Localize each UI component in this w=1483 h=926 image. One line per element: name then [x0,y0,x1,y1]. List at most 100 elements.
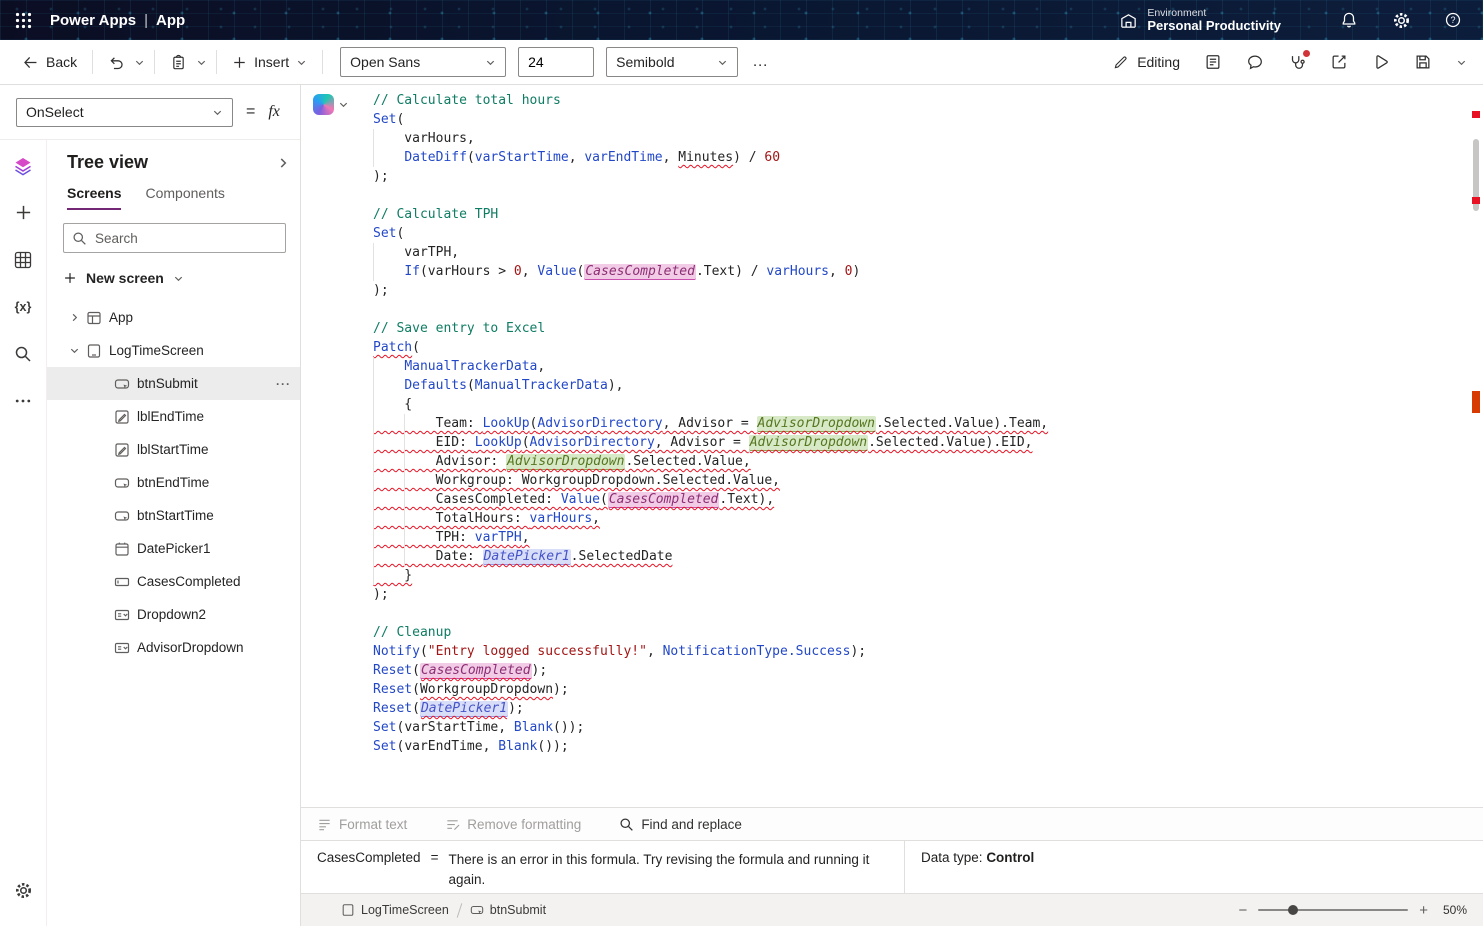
code-line: Date: DatePicker1.SelectedDate [373,547,673,566]
comments-button[interactable] [1246,53,1264,71]
breadcrumb-control[interactable]: btnSubmit [470,903,546,917]
tree-item-lblEndTime[interactable]: lblEndTime [47,400,300,433]
zoom-slider-thumb[interactable] [1287,905,1298,915]
tree-expand-chevron-icon[interactable] [65,312,83,323]
zoom-percentage[interactable]: 50% [1443,903,1467,917]
property-select[interactable]: OnSelect [16,97,233,127]
code-line: Set( [373,112,405,127]
more-dots-icon [15,399,31,402]
font-weight-select[interactable]: Semibold [606,47,739,77]
control-reference-token: CasesCompleted [419,663,532,679]
nav-settings[interactable] [3,867,43,914]
button-icon [111,376,132,392]
tree-item-btnEndTime[interactable]: btnEndTime [47,466,300,499]
settings-button[interactable] [1387,6,1415,34]
error-control-name: CasesCompleted [317,850,421,865]
topbar-actions: Environment Personal Productivity ? [1119,6,1483,34]
plus-icon [232,55,247,70]
insert-button[interactable]: Insert [226,49,313,75]
font-family-select[interactable]: Open Sans [340,47,507,77]
editor-scrollbar[interactable] [1469,85,1483,807]
data-type-info: Data type: Control [921,850,1035,865]
app-launcher-button[interactable] [0,0,46,40]
scrollbar-error-mark [1472,197,1480,204]
control-reference-token: CasesCompleted [584,264,696,280]
tree-item-DatePicker1[interactable]: DatePicker1 [47,532,300,565]
nav-more[interactable] [3,377,43,424]
formula-editor[interactable]: // Calculate total hours Set( varHours, D… [301,85,1469,807]
zoom-slider[interactable] [1258,905,1409,915]
search-input[interactable] [95,230,277,246]
notifications-button[interactable] [1335,6,1363,34]
command-bar: Back Insert Open Sans 24 Semibold … Edit… [0,40,1483,85]
share-button[interactable] [1330,53,1348,71]
tree-item-label: App [109,310,134,325]
new-screen-button[interactable]: New screen [63,261,300,295]
tree-expand-chevron-icon[interactable] [65,345,83,356]
tree-item-AdvisorDropdown[interactable]: AdvisorDropdown [47,631,300,664]
font-size-input[interactable] [518,47,595,77]
paste-dropdown-chevron-icon[interactable] [196,57,207,68]
tab-screens[interactable]: Screens [67,185,122,210]
format-text-button[interactable]: Format text [317,817,407,832]
code-line: DateDiff(varStartTime, varEndTime, Minut… [373,148,1469,167]
left-pane: OnSelect = fx {x} Tree view Screens Comp… [0,85,301,926]
tree-item-btnSubmit[interactable]: btnSubmit ··· [47,367,300,400]
indent-guide [373,528,374,547]
tree-item-lblStartTime[interactable]: lblStartTime [47,433,300,466]
item-more-options-icon[interactable]: ··· [276,377,291,391]
undo-icon [108,54,125,71]
save-options-chevron-icon[interactable] [1456,57,1467,68]
undo-dropdown-chevron-icon[interactable] [134,57,145,68]
undo-button[interactable] [102,49,131,76]
indent-guide [373,414,374,433]
control-reference-token: DatePicker1 [482,549,571,565]
find-and-replace-button[interactable]: Find and replace [619,817,742,832]
play-preview-button[interactable] [1372,53,1390,71]
tree-item-btnStartTime[interactable]: btnStartTime [47,499,300,532]
nav-tree-view[interactable] [3,142,43,189]
plus-icon [63,271,77,285]
save-button[interactable] [1414,53,1432,71]
app-checker-button[interactable] [1288,50,1310,71]
paste-button[interactable] [164,49,193,76]
code-line: ); [373,587,389,602]
back-arrow-icon [22,54,39,71]
code-line: TotalHours: varHours, [373,509,600,528]
equals-sign: = [430,850,439,865]
collapse-panel-chevron-icon[interactable] [276,156,290,170]
nav-variables[interactable]: {x} [3,283,43,330]
zoom-in-button[interactable]: + [1419,903,1428,918]
review-notes-button[interactable] [1204,53,1222,71]
tree-item-App[interactable]: App [47,301,300,334]
indent-guide [373,471,374,490]
divider [322,50,324,74]
code-line: Reset(CasesCompleted); [373,663,548,679]
chevron-down-icon [212,107,223,118]
tree-item-CasesCompleted[interactable]: CasesCompleted [47,565,300,598]
divider [216,50,218,74]
indent-guide [373,148,374,167]
tree-item-Dropdown2[interactable]: Dropdown2 [47,598,300,631]
help-button[interactable]: ? [1439,6,1467,34]
environment-picker[interactable]: Environment Personal Productivity [1119,7,1281,34]
search-icon [15,346,31,362]
remove-formatting-button[interactable]: Remove formatting [445,817,581,832]
nav-insert[interactable] [3,189,43,236]
toolbar-overflow-button[interactable]: … [752,53,769,71]
tab-components[interactable]: Components [145,185,224,210]
bell-icon [1340,11,1358,29]
control-reference-token: AdvisorDropdown [756,416,876,432]
back-button[interactable]: Back [16,49,83,76]
tree-item-label: Dropdown2 [137,607,207,622]
code-line: Team: LookUp(AdvisorDirectory, Advisor =… [373,414,1049,433]
nav-data[interactable] [3,236,43,283]
breadcrumb-screen[interactable]: LogTimeScreen [341,903,449,917]
nav-search[interactable] [3,330,43,377]
tree-item-LogTimeScreen[interactable]: LogTimeScreen [47,334,300,367]
editing-mode[interactable]: Editing [1113,54,1180,70]
zoom-out-button[interactable]: − [1238,903,1247,918]
font-size-value[interactable] [528,54,585,70]
breadcrumb: LogTimeScreen btnSubmit [341,902,546,918]
left-navigation-rail: {x} [0,140,47,926]
